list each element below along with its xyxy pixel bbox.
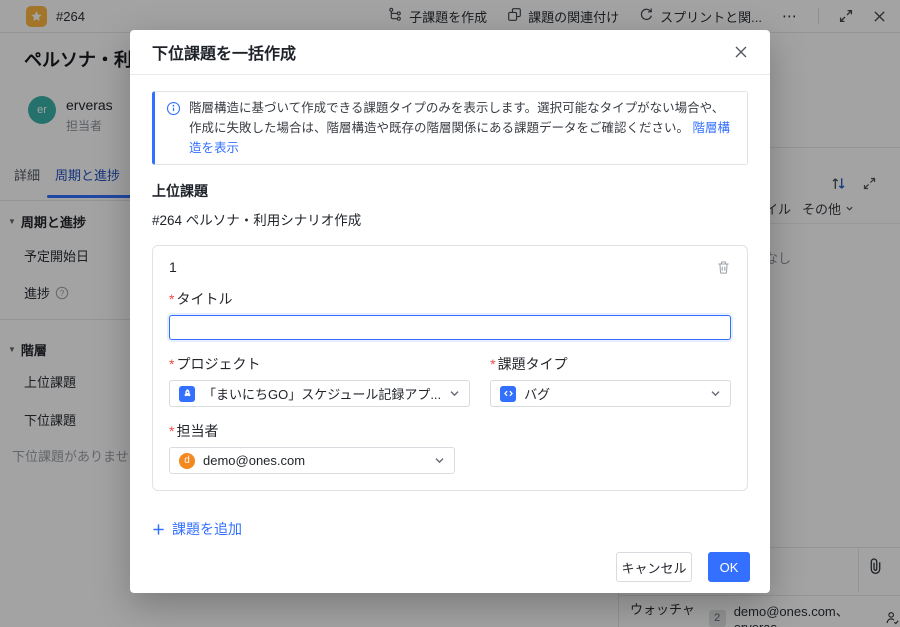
- subissue-card: 1 * タイトル * プロジェクト 「まいにちGO」スケジュール記録アプ... …: [152, 245, 748, 491]
- card-header-row: 1: [169, 259, 731, 275]
- project-select[interactable]: 「まいにちGO」スケジュール記録アプ...: [169, 380, 471, 407]
- modal-footer: キャンセル OK: [130, 541, 770, 593]
- chevron-down-icon: [711, 391, 720, 397]
- bug-type-code-icon: [500, 385, 517, 402]
- project-type-row: * プロジェクト 「まいにちGO」スケジュール記録アプ... * 課題タイプ バ…: [169, 340, 731, 407]
- parent-issue-value: #264 ペルソナ・利用シナリオ作成: [152, 213, 362, 228]
- modal-body: 階層構造に基づいて作成できる課題タイプのみを表示します。選択可能なタイプがない場…: [130, 75, 770, 541]
- issue-type-select[interactable]: バグ: [490, 380, 731, 407]
- assignee-select[interactable]: d demo@ones.com: [169, 447, 455, 474]
- required-mark: *: [169, 356, 175, 372]
- card-index: 1: [169, 259, 177, 275]
- project-field-label: * プロジェクト: [169, 356, 261, 372]
- assignee-select-value: demo@ones.com: [203, 453, 306, 468]
- required-mark: *: [169, 291, 175, 307]
- issue-type-field-label: * 課題タイプ: [490, 356, 568, 372]
- project-rocket-icon: [179, 385, 195, 402]
- project-column: * プロジェクト 「まいにちGO」スケジュール記録アプ...: [169, 340, 471, 407]
- delete-card-trash-icon[interactable]: [716, 260, 731, 275]
- cancel-button[interactable]: キャンセル: [616, 552, 692, 582]
- project-select-value: 「まいにちGO」スケジュール記録アプ...: [203, 387, 442, 402]
- assignee-field-label: * 担当者: [169, 423, 219, 439]
- app-window: #264 子課題を作成 課題の関連付け スプリントと関... ⋯ ペルソナ・利用…: [0, 0, 900, 627]
- assignee-avatar-small: d: [179, 452, 195, 469]
- plus-icon: [153, 523, 164, 535]
- issue-type-column: * 課題タイプ バグ: [490, 340, 731, 407]
- ok-button[interactable]: OK: [708, 552, 750, 582]
- title-field-label: * タイトル: [169, 291, 233, 307]
- parent-issue-label: 上位課題: [152, 183, 208, 199]
- required-mark: *: [169, 423, 175, 439]
- alert-text: 階層構造に基づいて作成できる課題タイプのみを表示します。選択可能なタイプがない場…: [189, 101, 725, 135]
- modal-header: 下位課題を一括作成: [130, 30, 770, 75]
- subissue-title-input[interactable]: [169, 315, 731, 340]
- required-mark: *: [490, 356, 496, 372]
- info-circle-icon: [166, 101, 181, 122]
- issue-type-select-value: バグ: [524, 387, 551, 402]
- chevron-down-icon: [435, 458, 444, 464]
- chevron-down-icon: [450, 391, 459, 397]
- info-alert: 階層構造に基づいて作成できる課題タイプのみを表示します。選択可能なタイプがない場…: [152, 91, 748, 165]
- batch-create-subissue-modal: 下位課題を一括作成 階層構造に基づいて作成できる課題タイプのみを表示します。選択…: [130, 30, 770, 593]
- modal-close-icon[interactable]: [734, 45, 748, 59]
- modal-title: 下位課題を一括作成: [152, 46, 297, 63]
- add-issue-link[interactable]: 課題を追加: [152, 519, 242, 539]
